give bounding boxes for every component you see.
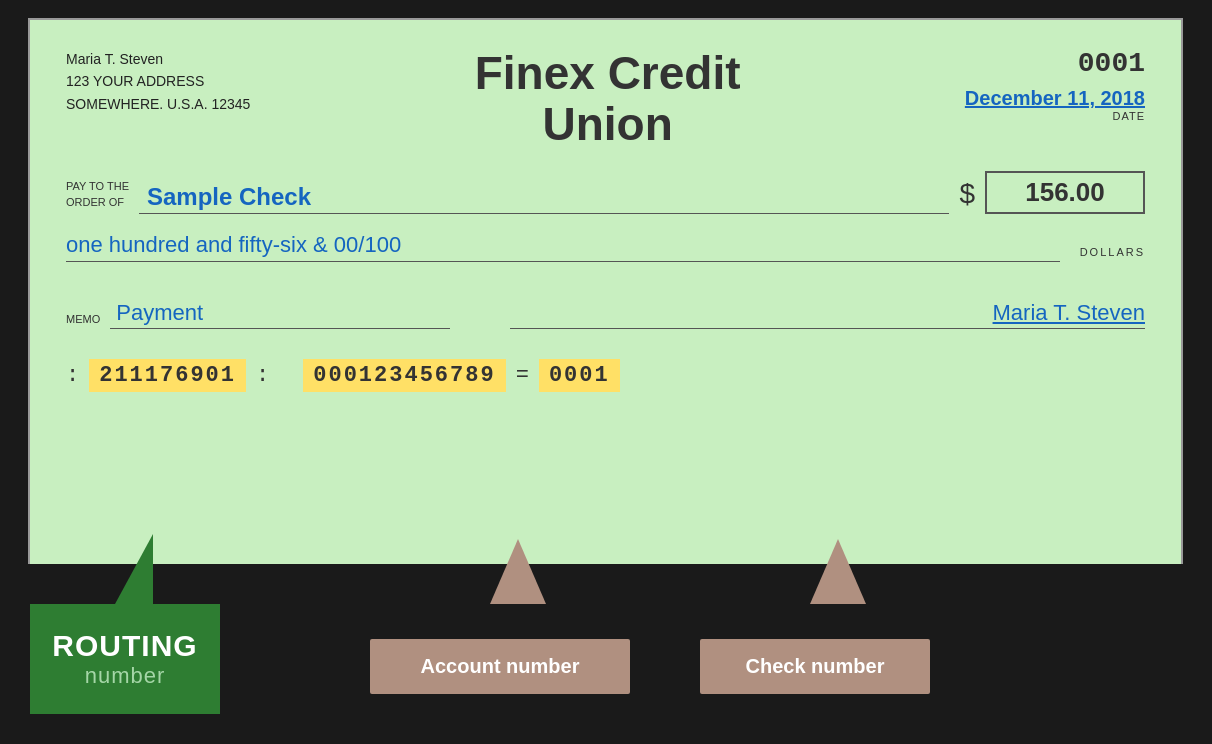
micr-equals-symbol: = bbox=[516, 363, 529, 388]
check-number-label-text: Check number bbox=[746, 655, 885, 678]
bottom-labels-area: ROUTING number Account number Check numb… bbox=[0, 564, 1212, 744]
written-amount-row: one hundred and fifty-six & 00/100 DOLLA… bbox=[66, 232, 1145, 262]
signature-value: Maria T. Steven bbox=[993, 300, 1145, 325]
date-value: December 11, 2018 bbox=[965, 87, 1145, 110]
micr-check-number: 0001 bbox=[539, 359, 620, 392]
micr-open-symbol: : bbox=[66, 363, 79, 388]
bank-name: Finex Credit Union bbox=[250, 48, 964, 149]
amount-value: 156.00 bbox=[1025, 177, 1105, 207]
sender-name: Maria T. Steven bbox=[66, 48, 250, 70]
sender-address2: SOMEWHERE. U.S.A. 12345 bbox=[66, 93, 250, 115]
routing-number-label: ROUTING number bbox=[30, 604, 220, 714]
pay-to-label: PAY TO THE ORDER OF bbox=[66, 179, 129, 210]
written-amount: one hundred and fifty-six & 00/100 bbox=[66, 232, 1060, 262]
micr-account-number: 000123456789 bbox=[303, 359, 505, 392]
check-number-label: Check number bbox=[700, 639, 930, 694]
memo-line: Payment bbox=[110, 300, 450, 329]
micr-close-symbol: : bbox=[256, 363, 269, 388]
account-number-label: Account number bbox=[370, 639, 630, 694]
memo-value: Payment bbox=[116, 300, 203, 325]
micr-routing-number: 211176901 bbox=[89, 359, 246, 392]
date-area: December 11, 2018 DATE bbox=[965, 87, 1145, 122]
account-arrow bbox=[490, 539, 546, 604]
account-number-label-text: Account number bbox=[421, 655, 580, 678]
check-document: Maria T. Steven 123 YOUR ADDRESS SOMEWHE… bbox=[28, 18, 1183, 583]
micr-row: : 211176901 : 000123456789 = 0001 bbox=[66, 359, 1145, 392]
payee-name: Sample Check bbox=[147, 183, 311, 210]
check-arrow bbox=[810, 539, 866, 604]
pay-to-row: PAY TO THE ORDER OF Sample Check $ 156.0… bbox=[66, 171, 1145, 214]
routing-label-bottom: number bbox=[85, 663, 166, 689]
sender-info: Maria T. Steven 123 YOUR ADDRESS SOMEWHE… bbox=[66, 48, 250, 115]
signature-line: Maria T. Steven bbox=[510, 300, 1145, 329]
date-label: DATE bbox=[965, 110, 1145, 122]
check-top-row: Maria T. Steven 123 YOUR ADDRESS SOMEWHE… bbox=[66, 48, 1145, 149]
routing-label-top: ROUTING bbox=[52, 629, 197, 663]
amount-box: 156.00 bbox=[985, 171, 1145, 214]
dollars-label: DOLLARS bbox=[1080, 246, 1145, 258]
pay-to-name-line: Sample Check bbox=[139, 183, 949, 214]
memo-label: MEMO bbox=[66, 313, 100, 325]
sender-address1: 123 YOUR ADDRESS bbox=[66, 70, 250, 92]
check-number-date-area: 0001 December 11, 2018 DATE bbox=[965, 48, 1145, 122]
dollar-sign: $ bbox=[959, 178, 975, 210]
memo-row: MEMO Payment Maria T. Steven bbox=[66, 300, 1145, 329]
routing-arrow bbox=[115, 534, 153, 604]
check-number-display: 0001 bbox=[965, 48, 1145, 79]
